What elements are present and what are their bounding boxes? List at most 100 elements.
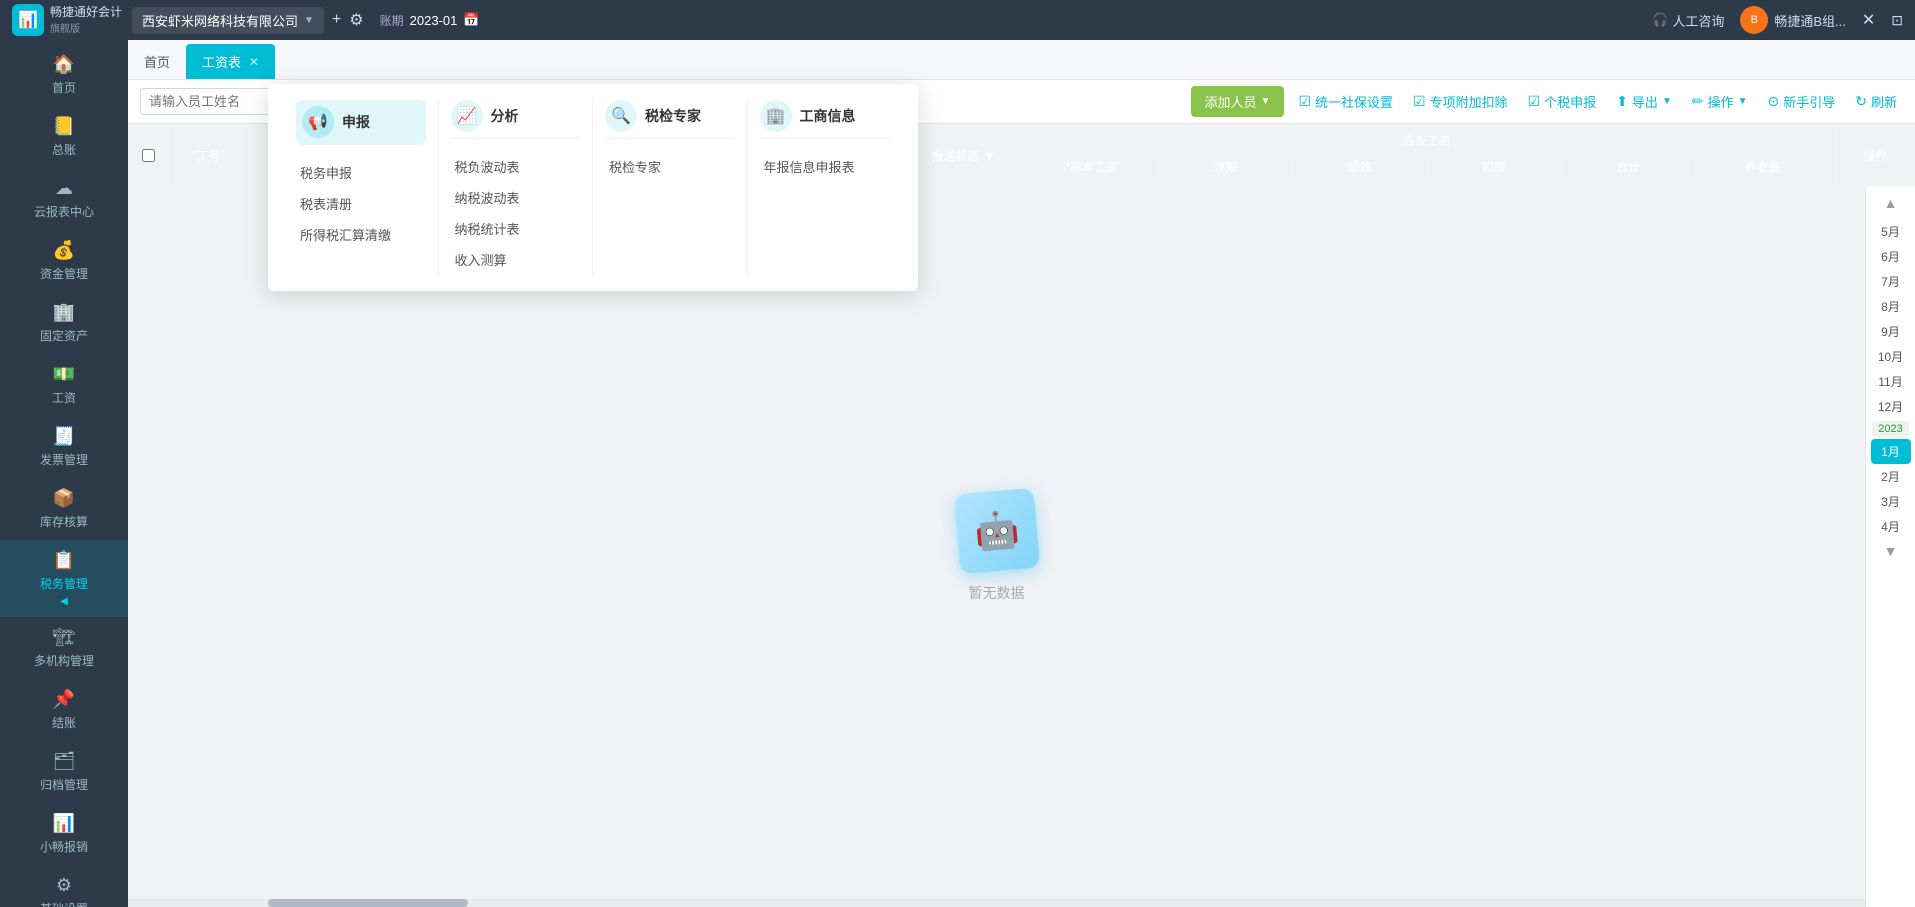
- calendar-month-5[interactable]: 5月: [1871, 219, 1911, 244]
- sidebar-item-salary[interactable]: 💵 工资: [0, 354, 128, 416]
- service-button[interactable]: 🎧 人工咨询: [1652, 11, 1724, 30]
- multi-icon: 🏗: [53, 627, 76, 648]
- menu-item-tax-expert[interactable]: 税检专家: [605, 151, 735, 182]
- calendar-month-3[interactable]: 3月: [1871, 489, 1911, 514]
- search-input[interactable]: [149, 94, 279, 109]
- business-info-title: 工商信息: [800, 106, 856, 126]
- guide-label: 新手引导: [1783, 92, 1835, 111]
- guide-button[interactable]: ⊙ 新手引导: [1762, 88, 1842, 115]
- sidebar-item-home[interactable]: 🏠 首页: [0, 44, 128, 106]
- checkbox-all[interactable]: [128, 124, 168, 187]
- sidebar-item-ledger[interactable]: 📒 总账: [0, 106, 128, 168]
- sidebar-label-closing: 结账: [52, 714, 76, 731]
- tab-salary-table[interactable]: 工资表 ✕: [186, 44, 275, 79]
- close-window-button[interactable]: ✕: [1862, 10, 1875, 30]
- sidebar-item-tax[interactable]: 📋 税务管理 ◀: [0, 540, 128, 617]
- sidebar-label-multi: 多机构管理: [34, 652, 94, 669]
- th-emp-id: 工号: [168, 124, 248, 187]
- sidebar-label-invoice: 发票管理: [40, 451, 88, 468]
- empty-state: 🤖 暂无数据: [128, 187, 1865, 907]
- th-allowance: 津贴: [1159, 154, 1293, 179]
- sidebar-item-fund[interactable]: 💰 资金管理: [0, 230, 128, 292]
- special-deduct-button[interactable]: ☑ 专项附加扣除: [1407, 88, 1514, 115]
- calendar-up-button[interactable]: ▲: [1880, 191, 1902, 215]
- menu-item-income-estimate[interactable]: 收入测算: [451, 244, 581, 275]
- dm-section-business-info: 🏢 工商信息 年报信息申报表: [748, 100, 903, 275]
- empty-message: 暂无数据: [969, 583, 1025, 603]
- select-all-checkbox[interactable]: [142, 149, 155, 162]
- sidebar-item-multi[interactable]: 🏗 多机构管理: [0, 617, 128, 679]
- company-selector[interactable]: 西安虾米网络科技有限公司 ▼: [132, 7, 324, 34]
- menu-item-annual-report[interactable]: 年报信息申报表: [760, 151, 891, 182]
- headset-icon: 🎧: [1652, 12, 1668, 28]
- dm-header-analysis: 📈 分析: [451, 100, 581, 139]
- sidebar-label-tax: 税务管理: [40, 575, 88, 592]
- sidebar-label-cloud: 云报表中心: [34, 203, 94, 220]
- tax-return-button[interactable]: ☑ 个税申报: [1522, 88, 1603, 115]
- menu-item-tax-statistics[interactable]: 纳税统计表: [451, 213, 581, 244]
- dm-header-tax-expert: 🔍 税检专家: [605, 100, 735, 139]
- sidebar-item-invoice[interactable]: 🧾 发票管理: [0, 416, 128, 478]
- top-bar: 📊 畅捷通好会计 旗舰版 西安虾米网络科技有限公司 ▼ + ⚙ 账期 2023-…: [0, 0, 1915, 40]
- scroll-thumb[interactable]: [268, 899, 468, 907]
- th-pension: 养老费: [1696, 154, 1829, 179]
- sidebar-label-fund: 资金管理: [40, 265, 88, 282]
- sidebar-item-closing[interactable]: 📌 结账: [0, 679, 128, 741]
- calendar-month-10[interactable]: 10月: [1871, 344, 1911, 369]
- menu-item-tax-payment[interactable]: 纳税波动表: [451, 182, 581, 213]
- sidebar-item-xiaochang[interactable]: 📊 小畅报销: [0, 803, 128, 865]
- main-layout: 🏠 首页 📒 总账 ☁ 云报表中心 💰 资金管理 🏢 固定资产 💵 工资 🧾 发…: [0, 40, 1915, 907]
- calendar-month-2[interactable]: 2月: [1871, 464, 1911, 489]
- logo-text: 畅捷通好会计 旗舰版: [50, 5, 122, 34]
- menu-item-income-settlement[interactable]: 所得税汇算清缴: [296, 219, 426, 250]
- report-filter-icon[interactable]: ▼: [984, 149, 996, 163]
- add-company-button[interactable]: +: [332, 11, 341, 29]
- calendar-month-8[interactable]: 8月: [1871, 294, 1911, 319]
- menu-item-tax-table[interactable]: 税表清册: [296, 188, 426, 219]
- sidebar-item-assets[interactable]: 🏢 固定资产: [0, 292, 128, 354]
- calendar-month-12[interactable]: 12月: [1871, 394, 1911, 419]
- calendar-month-1[interactable]: 1月: [1871, 439, 1911, 464]
- account-info[interactable]: B 畅捷通B组...: [1740, 6, 1846, 34]
- calendar-month-6[interactable]: 6月: [1871, 244, 1911, 269]
- sidebar-label-salary: 工资: [52, 389, 76, 406]
- tax-expert-title: 税检专家: [645, 106, 701, 126]
- social-security-label: 统一社保设置: [1315, 92, 1393, 111]
- business-info-icon: 🏢: [760, 100, 792, 132]
- tab-home[interactable]: 首页: [128, 44, 186, 79]
- add-employee-button[interactable]: 添加人员 ▼: [1191, 86, 1285, 117]
- export-button[interactable]: ⬆ 导出 ▼: [1610, 88, 1678, 115]
- social-security-button[interactable]: ☑ 统一社保设置: [1292, 88, 1399, 115]
- company-settings-button[interactable]: ⚙: [349, 10, 363, 30]
- invoice-icon: 🧾: [53, 426, 75, 447]
- operation-button[interactable]: ✏ 操作 ▼: [1686, 88, 1754, 115]
- th-deduct: 扣款: [1428, 154, 1562, 179]
- salary-icon: 💵: [53, 364, 75, 385]
- restore-window-button[interactable]: ⊡: [1891, 12, 1903, 29]
- company-dropdown-arrow: ▼: [304, 15, 314, 26]
- calendar-month-9[interactable]: 9月: [1871, 319, 1911, 344]
- calendar-icon[interactable]: 📅: [463, 12, 479, 28]
- menu-item-tax-declaration[interactable]: 税务申报: [296, 157, 426, 188]
- sidebar-item-settings[interactable]: ⚙ 基础设置: [0, 865, 128, 907]
- sidebar: 🏠 首页 📒 总账 ☁ 云报表中心 💰 资金管理 🏢 固定资产 💵 工资 🧾 发…: [0, 40, 128, 907]
- fund-icon: 💰: [53, 240, 75, 261]
- sidebar-item-inventory[interactable]: 📦 库存核算: [0, 478, 128, 540]
- sidebar-label-inventory: 库存核算: [40, 513, 88, 530]
- sidebar-item-cloud[interactable]: ☁ 云报表中心: [0, 168, 128, 230]
- horizontal-scrollbar[interactable]: [128, 899, 1865, 907]
- tab-close-button[interactable]: ✕: [249, 55, 259, 69]
- refresh-button[interactable]: ↻ 刷新: [1849, 88, 1903, 115]
- sidebar-item-archive[interactable]: 🗂 归档管理: [0, 741, 128, 803]
- tab-bar: 首页 工资表 ✕: [128, 40, 1915, 80]
- archive-icon: 🗂: [53, 751, 76, 772]
- home-icon: 🏠: [53, 54, 75, 75]
- top-bar-actions: 🎧 人工咨询 B 畅捷通B组... ✕ ⊡: [1652, 6, 1903, 34]
- calendar-month-4[interactable]: 4月: [1871, 514, 1911, 539]
- avatar: B: [1740, 6, 1768, 34]
- calendar-month-11[interactable]: 11月: [1871, 369, 1911, 394]
- calendar-down-button[interactable]: ▼: [1880, 539, 1902, 563]
- calendar-month-7[interactable]: 7月: [1871, 269, 1911, 294]
- add-dropdown-arrow: ▼: [1261, 96, 1271, 107]
- menu-item-tax-burden[interactable]: 税负波动表: [451, 151, 581, 182]
